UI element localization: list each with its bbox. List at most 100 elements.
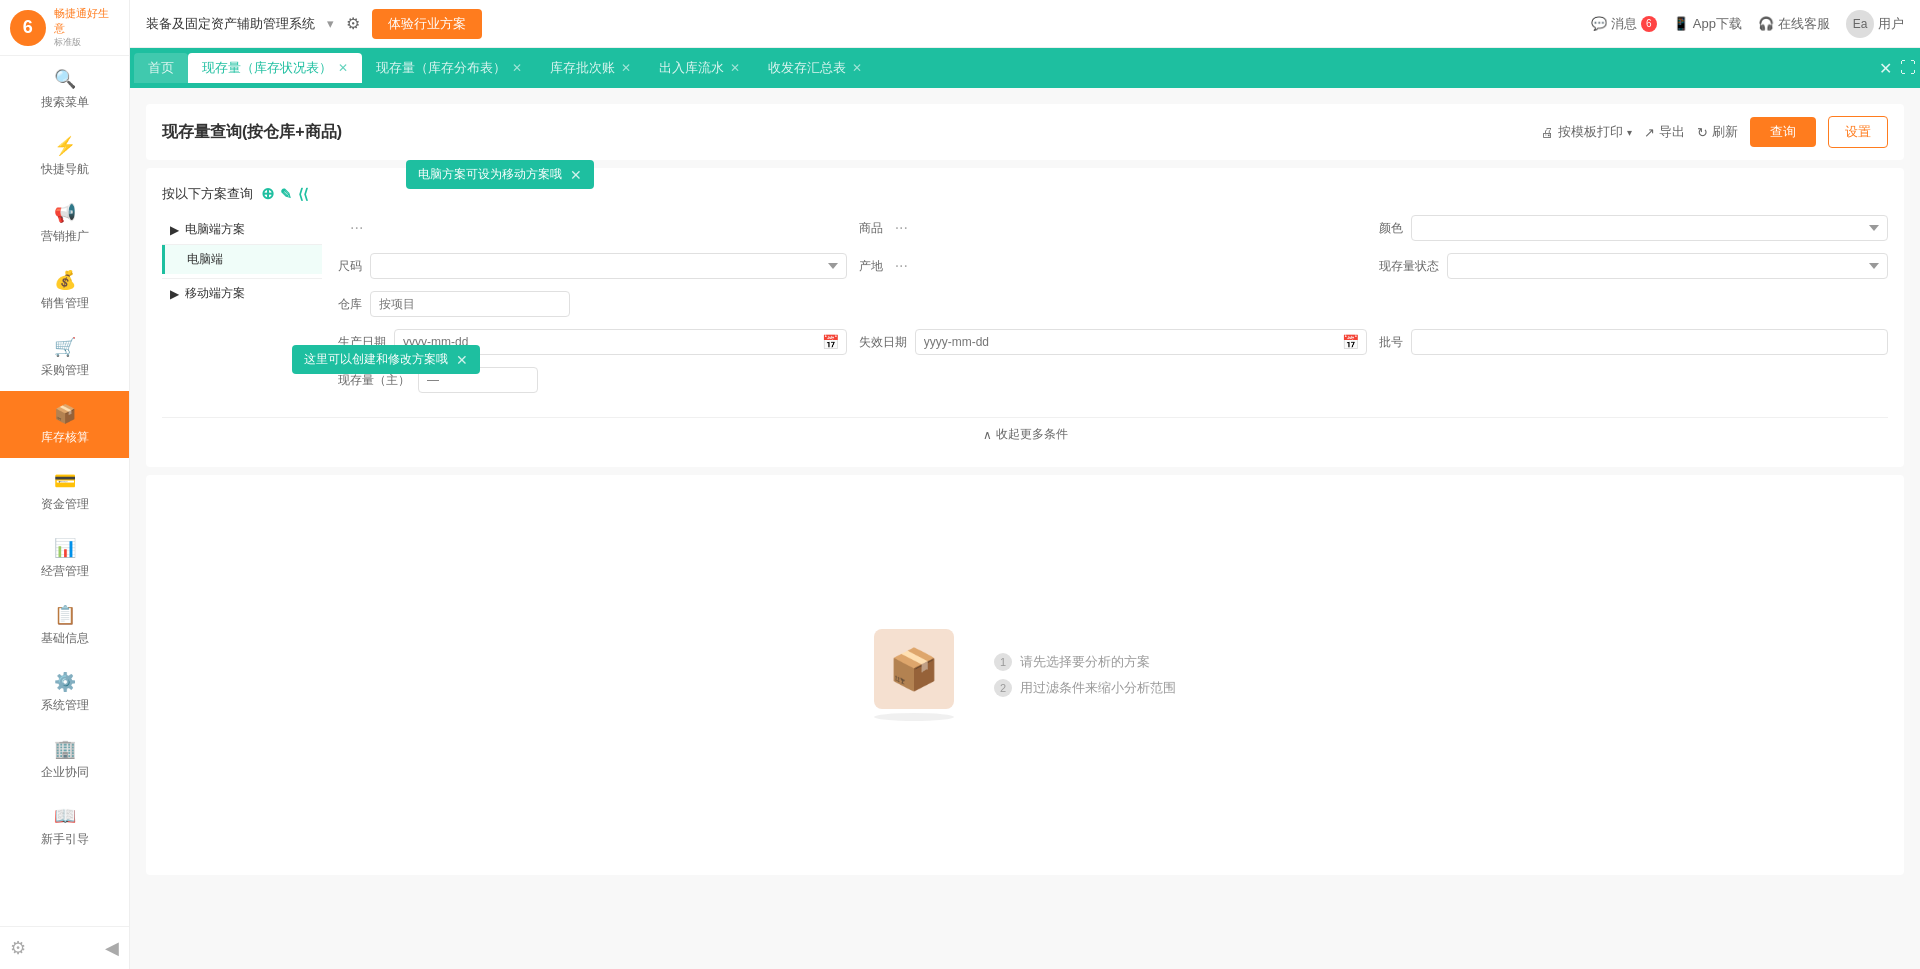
empty-image: 📦 [874, 629, 954, 721]
filter-stock-main-field: 现存量（主） [338, 367, 1888, 393]
tab-expand-btn[interactable]: ⛶ [1900, 59, 1916, 77]
online-support-action[interactable]: 🎧 在线客服 [1758, 15, 1830, 33]
filter-warehouse-dots[interactable]: ··· [350, 219, 363, 237]
message-label: 消息 [1611, 15, 1637, 33]
tip-num-2: 2 [994, 679, 1012, 697]
scheme-mobile-expand-icon: ▶ [170, 287, 179, 301]
sidebar-item-finance[interactable]: 💳 资金管理 [0, 458, 129, 525]
filter-title: 按以下方案查询 [162, 185, 253, 203]
filter-area: 按以下方案查询 ⊕ ✎ ⟨⟨ 电脑方案可设为移动方案哦 ✕ ▶ [146, 168, 1904, 467]
filter-batch-input[interactable] [1411, 329, 1888, 355]
nav-label-guide: 新手引导 [41, 831, 89, 848]
prev-scheme-icon[interactable]: ⟨⟨ [298, 186, 308, 202]
export-btn[interactable]: ↗ 导出 [1644, 123, 1685, 141]
tab-recv-summary[interactable]: 收发存汇总表 ✕ [754, 53, 876, 83]
nav-label-system: 系统管理 [41, 697, 89, 714]
filter-row-2: 尺码 产地 ··· 现存量状态 [338, 253, 1888, 279]
tab-close-all-btn[interactable]: ✕ [1879, 59, 1892, 78]
query-btn[interactable]: 查询 [1750, 117, 1816, 147]
tooltip2-close[interactable]: ✕ [456, 352, 468, 368]
filter-expire-date-label: 失效日期 [859, 334, 907, 351]
sidebar-item-system[interactable]: ⚙️ 系统管理 [0, 659, 129, 726]
refresh-btn[interactable]: ↻ 刷新 [1697, 123, 1738, 141]
scheme-mobile[interactable]: ▶ 移动端方案 [162, 278, 322, 308]
header-left: 装备及固定资产辅助管理系统 ▾ ⚙ 体验行业方案 [146, 9, 482, 39]
app-logo: 6 畅捷通好生意 标准版 [0, 0, 129, 56]
filter-stock-main-label: 现存量（主） [338, 372, 410, 389]
sidebar-item-sales[interactable]: 💰 销售管理 [0, 257, 129, 324]
tab-batch-ledger-label: 库存批次账 [550, 59, 615, 77]
expire-date-calendar-icon[interactable]: 📅 [1342, 334, 1359, 350]
app-download-action[interactable]: 📱 App下载 [1673, 15, 1742, 33]
filter-stock-status-select[interactable] [1447, 253, 1888, 279]
filter-size-label: 尺码 [338, 258, 362, 275]
tab-batch-ledger[interactable]: 库存批次账 ✕ [536, 53, 645, 83]
filter-actions: ⊕ ✎ ⟨⟨ [261, 184, 308, 203]
setup-btn[interactable]: 设置 [1828, 116, 1888, 148]
app-badge: 标准版 [54, 36, 119, 49]
filter-goods-label: 商品 [859, 220, 883, 237]
nav-icon-basic: 📋 [54, 604, 76, 626]
filter-origin-label: 产地 [859, 258, 883, 275]
sidebar-item-basic[interactable]: 📋 基础信息 [0, 592, 129, 659]
tab-close-inventory-dist[interactable]: ✕ [512, 61, 522, 75]
scheme-desktop-child[interactable]: 电脑端 [162, 245, 322, 274]
collapse-btn[interactable]: ∧ 收起更多条件 [162, 417, 1888, 451]
tooltip1-close[interactable]: ✕ [570, 167, 582, 183]
filter-fields: ··· 商品 ··· 颜色 [338, 215, 1888, 405]
filter-color-select[interactable] [1411, 215, 1888, 241]
filter-stock-status-label: 现存量状态 [1379, 258, 1439, 275]
produce-date-calendar-icon[interactable]: 📅 [822, 334, 839, 350]
system-dropdown-icon[interactable]: ▾ [327, 16, 334, 31]
filter-size-select[interactable] [370, 253, 847, 279]
sidebar-item-inventory[interactable]: 📦 库存核算 [0, 391, 129, 458]
sidebar-item-marketing[interactable]: 📢 营销推广 [0, 190, 129, 257]
title-actions: 🖨 按模板打印 ▾ ↗ 导出 ↻ 刷新 查询 设置 [1541, 116, 1888, 148]
tab-inventory-status[interactable]: 现存量（库存状况表） ✕ [188, 53, 362, 83]
industry-btn[interactable]: 体验行业方案 [372, 9, 482, 39]
filter-expire-date-input[interactable] [915, 329, 1368, 355]
nav-icon-purchase: 🛒 [54, 336, 76, 358]
tab-inventory-dist-label: 现存量（库存分布表） [376, 59, 506, 77]
header-settings-icon[interactable]: ⚙ [346, 14, 360, 33]
filter-warehouse-project-input[interactable] [370, 291, 570, 317]
collapse-sidebar-icon[interactable]: ◀ [105, 937, 119, 959]
sidebar-item-operation[interactable]: 📊 经营管理 [0, 525, 129, 592]
filter-row-1: ··· 商品 ··· 颜色 [338, 215, 1888, 241]
message-action[interactable]: 💬 消息 6 [1591, 15, 1657, 33]
scheme-desktop[interactable]: ▶ 电脑端方案 [162, 215, 322, 245]
tab-close-batch-ledger[interactable]: ✕ [621, 61, 631, 75]
collapse-up-icon: ∧ [983, 428, 992, 442]
print-icon: 🖨 [1541, 125, 1554, 140]
system-name: 装备及固定资产辅助管理系统 [146, 15, 315, 33]
user-action[interactable]: Ea 用户 [1846, 10, 1904, 38]
print-btn[interactable]: 🖨 按模板打印 ▾ [1541, 123, 1632, 141]
settings-bottom-icon[interactable]: ⚙ [10, 937, 26, 959]
scheme-panel-area: ▶ 电脑端方案 电脑端 ▶ 移动端方案 这里可以创建和修改方案哦 ✕ [162, 215, 1888, 405]
filter-color-field: 颜色 [1379, 215, 1888, 241]
sidebar-item-quick-nav[interactable]: ⚡ 快捷导航 [0, 123, 129, 190]
tab-close-in-out-flow[interactable]: ✕ [730, 61, 740, 75]
tab-in-out-flow[interactable]: 出入库流水 ✕ [645, 53, 754, 83]
sidebar-item-purchase[interactable]: 🛒 采购管理 [0, 324, 129, 391]
add-scheme-icon[interactable]: ⊕ [261, 184, 274, 203]
sidebar-item-guide[interactable]: 📖 新手引导 [0, 793, 129, 860]
scheme-expand-icon: ▶ [170, 223, 179, 237]
sidebar-item-search[interactable]: 🔍 搜索菜单 [0, 56, 129, 123]
filter-origin-dots[interactable]: ··· [895, 257, 908, 275]
refresh-label: 刷新 [1712, 123, 1738, 141]
filter-goods-dots[interactable]: ··· [895, 219, 908, 237]
filter-warehouse-project-field: 仓库 [338, 291, 1888, 317]
tab-close-recv-summary[interactable]: ✕ [852, 61, 862, 75]
headset-icon: 🎧 [1758, 16, 1774, 31]
filter-row-4: 生产日期 📅 失效日期 📅 [338, 329, 1888, 355]
empty-box-icon: 📦 [874, 629, 954, 709]
message-icon: 💬 [1591, 16, 1607, 31]
filter-header: 按以下方案查询 ⊕ ✎ ⟨⟨ 电脑方案可设为移动方案哦 ✕ [162, 184, 1888, 203]
tab-close-inventory-status[interactable]: ✕ [338, 61, 348, 75]
edit-scheme-icon[interactable]: ✎ [280, 186, 292, 202]
sidebar-item-enterprise[interactable]: 🏢 企业协同 [0, 726, 129, 793]
tab-home[interactable]: 首页 [134, 53, 188, 83]
tab-inventory-dist[interactable]: 现存量（库存分布表） ✕ [362, 53, 536, 83]
export-icon: ↗ [1644, 125, 1655, 140]
